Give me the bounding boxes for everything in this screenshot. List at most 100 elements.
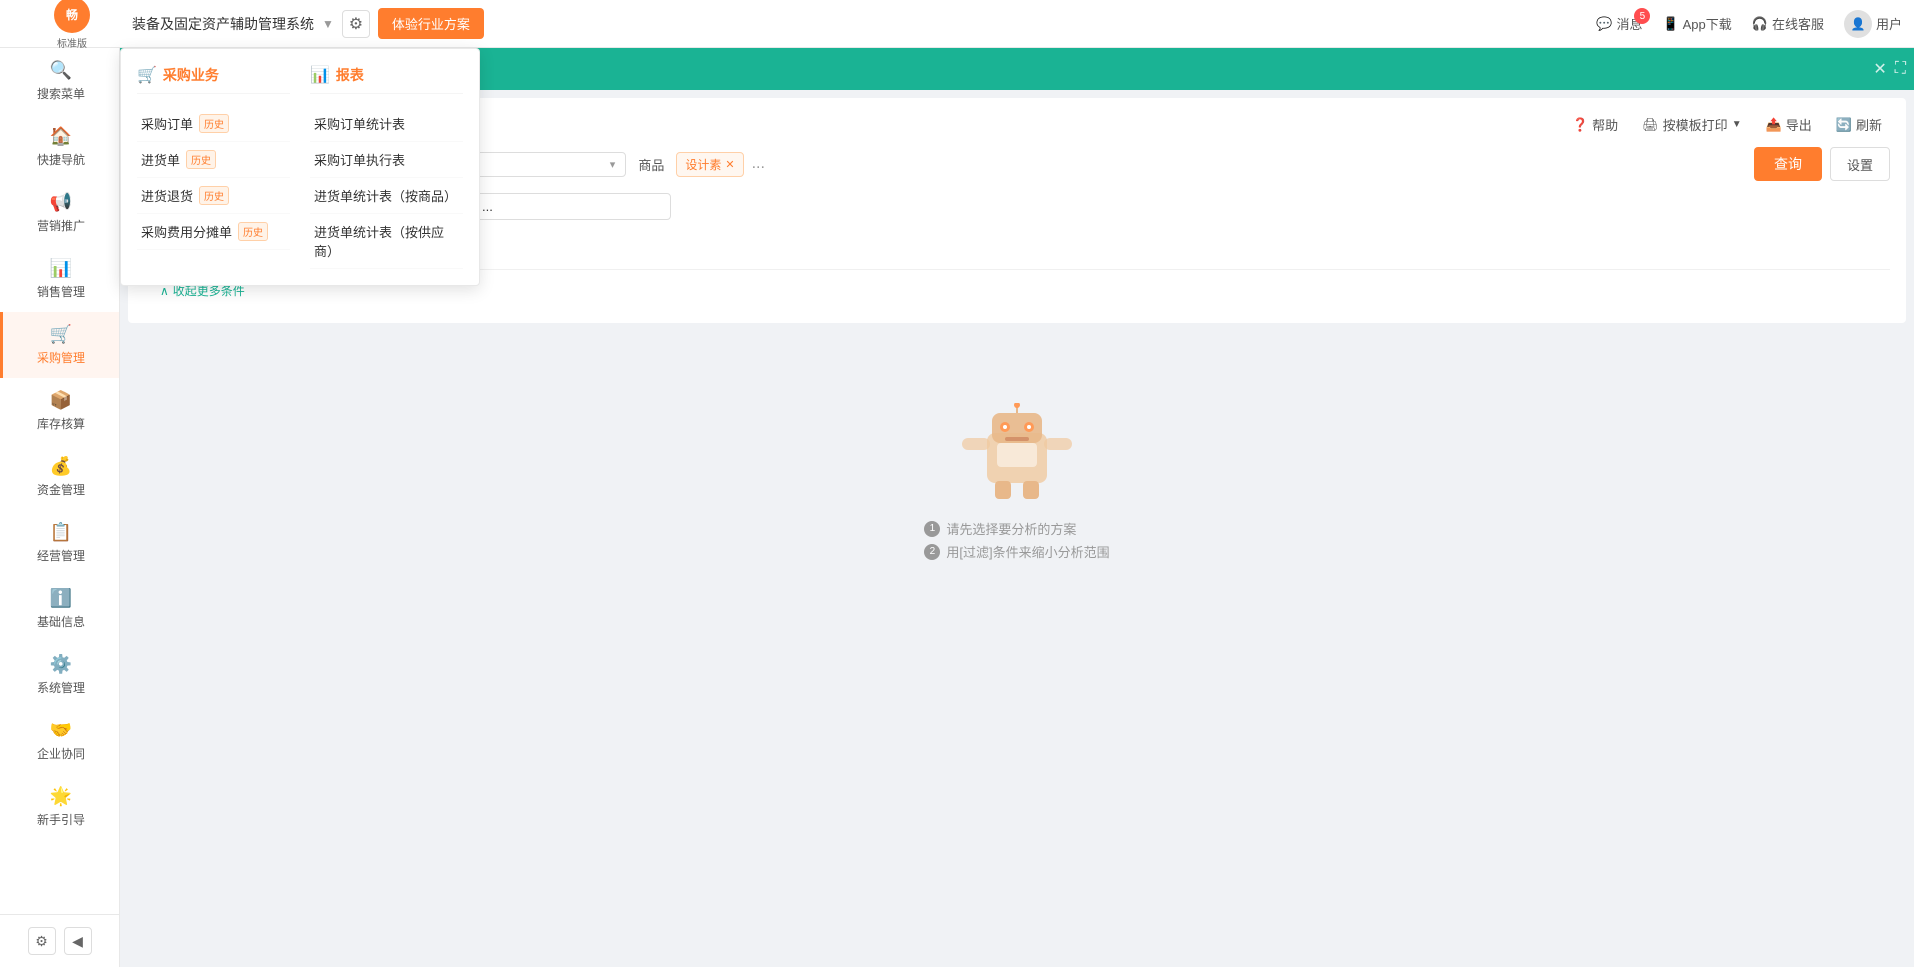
sidebar-item-search[interactable]: 🔍 搜索菜单 [0, 48, 119, 114]
menu-item-goods-return[interactable]: 进货退货 历史 [137, 178, 290, 214]
purchase-order-label: 采购订单 [141, 114, 193, 133]
print-icon: 🖨 [1642, 117, 1659, 133]
goods-more-dots[interactable]: ... [752, 155, 765, 173]
system-dropdown-icon[interactable]: ▼ [322, 17, 334, 31]
enterprise-icon: 🤝 [50, 720, 72, 741]
home-icon: 🏠 [50, 126, 72, 147]
history-tag-3: 历史 [199, 186, 229, 205]
menu-item-purchase-cost[interactable]: 采购费用分摊单 历史 [137, 214, 290, 250]
history-tag-1: 历史 [199, 114, 229, 133]
history-tag-4: 历史 [238, 222, 268, 241]
sidebar-item-marketing[interactable]: 📢 营销推广 [0, 180, 119, 246]
empty-tip-2: 2 用[过滤]条件来缩小分析范围 [924, 542, 1109, 561]
message-icon: 💬 [1596, 16, 1612, 32]
print-btn[interactable]: 🖨 按模板打印 ▼ [1634, 110, 1749, 139]
sidebar-item-label: 快捷导航 [37, 151, 85, 168]
headset-icon: 🎧 [1752, 16, 1768, 32]
menu-item-purchase-order-stat[interactable]: 采购订单统计表 [310, 106, 463, 142]
sidebar-item-enterprise[interactable]: 🤝 企业协同 [0, 708, 119, 774]
sidebar-item-label: 营销推广 [37, 217, 85, 234]
help-btn[interactable]: ❓ 帮助 [1564, 110, 1626, 139]
salesman-input[interactable]: ... [471, 193, 671, 220]
menu-item-goods-stat-by-supplier[interactable]: 进货单统计表（按供应商） [310, 214, 463, 269]
settings-btn[interactable]: 设置 [1830, 147, 1890, 181]
doc-status-arrow: ▾ [610, 158, 616, 171]
history-tag-2: 历史 [186, 150, 216, 169]
menu-item-purchase-order-exec[interactable]: 采购订单执行表 [310, 142, 463, 178]
export-icon: 📤 [1766, 117, 1782, 133]
sidebar-item-sales[interactable]: 📊 销售管理 [0, 246, 119, 312]
industry-solution-btn[interactable]: 体验行业方案 [378, 8, 484, 39]
menu-item-goods-stat-by-goods[interactable]: 进货单统计表（按商品） [310, 178, 463, 214]
sidebar-collapse-btn[interactable]: ◀ [64, 927, 92, 955]
empty-tip-1: 1 请先选择要分析的方案 [924, 519, 1109, 538]
purchase-col-icon: 🛒 [137, 65, 157, 85]
sidebar-bottom: ⚙ ◀ [0, 914, 119, 967]
sidebar-settings-btn[interactable]: ⚙ [28, 927, 56, 955]
goods-tag[interactable]: 设计素 ✕ [676, 152, 743, 177]
user-avatar: 👤 [1844, 10, 1872, 38]
sidebar-item-label: 搜索菜单 [37, 85, 85, 102]
system-icon: ⚙️ [50, 654, 72, 675]
purchase-col: 🛒 采购业务 采购订单 历史 进货单 历史 进货退货 历史 采购费用分摊单 历史 [137, 65, 290, 269]
empty-state: 1 请先选择要分析的方案 2 用[过滤]条件来缩小分析范围 [120, 403, 1914, 565]
goods-filter: 设计素 ✕ ... [676, 152, 765, 177]
message-btn[interactable]: 💬 消息 5 [1596, 14, 1642, 33]
query-btn[interactable]: 查询 [1754, 147, 1822, 181]
phone-icon: 📱 [1662, 16, 1678, 32]
goods-tag-label: 设计素 [685, 156, 721, 173]
purchase-order-exec-label: 采购订单执行表 [314, 150, 405, 169]
svg-text:畅: 畅 [66, 7, 78, 22]
sidebar-item-label: 基础信息 [37, 613, 85, 630]
purchase-col-title: 🛒 采购业务 [137, 65, 290, 94]
operation-icon: 📋 [50, 522, 72, 543]
goods-tag-close[interactable]: ✕ [725, 158, 734, 171]
logo-area: 畅 标准版 [12, 0, 132, 50]
system-settings-btn[interactable]: ⚙ [342, 10, 370, 38]
purchase-icon: 🛒 [50, 324, 72, 345]
goods-stat-by-goods-label: 进货单统计表（按商品） [314, 186, 457, 205]
sidebar-item-quick-nav[interactable]: 🏠 快捷导航 [0, 114, 119, 180]
menu-item-goods-in[interactable]: 进货单 历史 [137, 142, 290, 178]
sidebar-item-label: 资金管理 [37, 481, 85, 498]
sidebar-item-operation[interactable]: 📋 经营管理 [0, 510, 119, 576]
sidebar-item-label: 经营管理 [37, 547, 85, 564]
toolbar-right: ❓ 帮助 🖨 按模板打印 ▼ 📤 导出 🔄 [1564, 110, 1890, 139]
logo-icon: 畅 [54, 0, 90, 33]
purchase-dropdown-menu: 🛒 采购业务 采购订单 历史 进货单 历史 进货退货 历史 采购费用分摊单 历史… [120, 48, 480, 286]
export-btn[interactable]: 📤 导出 [1758, 110, 1820, 139]
salesman-dots: ... [482, 199, 493, 214]
purchase-cost-label: 采购费用分摊单 [141, 222, 232, 241]
inventory-icon: 📦 [50, 390, 72, 411]
purchase-order-stat-label: 采购订单统计表 [314, 114, 405, 133]
sidebar-item-finance[interactable]: 💰 资金管理 [0, 444, 119, 510]
sidebar-item-inventory[interactable]: 📦 库存核算 [0, 378, 119, 444]
goods-label: 商品 [638, 155, 664, 174]
online-service-btn[interactable]: 🎧 在线客服 [1752, 14, 1824, 33]
tab-maximize-icon[interactable]: ⛶ [1895, 60, 1906, 78]
report-col: 📊 报表 采购订单统计表 采购订单执行表 进货单统计表（按商品） 进货单统计表（… [310, 65, 463, 269]
sidebar-item-label: 新手引导 [37, 811, 85, 828]
info-icon: ℹ️ [50, 588, 72, 609]
guide-icon: 🌟 [50, 786, 72, 807]
print-dropdown-icon: ▼ [1732, 119, 1742, 130]
refresh-btn[interactable]: 🔄 刷新 [1828, 110, 1890, 139]
sidebar-item-system[interactable]: ⚙️ 系统管理 [0, 642, 119, 708]
sidebar-item-guide[interactable]: 🌟 新手引导 [0, 774, 119, 840]
user-btn[interactable]: 👤 用户 [1844, 10, 1902, 38]
sidebar-item-basic-info[interactable]: ℹ️ 基础信息 [0, 576, 119, 642]
refresh-icon: 🔄 [1836, 117, 1852, 133]
header-right: 💬 消息 5 📱 App下载 🎧 在线客服 👤 用户 [1596, 10, 1902, 38]
goods-in-label: 进货单 [141, 150, 180, 169]
sidebar: 🔍 搜索菜单 🏠 快捷导航 📢 营销推广 📊 销售管理 🛒 采购管理 📦 库存核… [0, 48, 120, 967]
system-title: 装备及固定资产辅助管理系统 [132, 14, 314, 34]
goods-stat-by-supplier-label: 进货单统计表（按供应商） [314, 222, 459, 260]
tab-close-all-icon[interactable]: ✕ [1873, 59, 1886, 79]
sidebar-item-label: 销售管理 [37, 283, 85, 300]
menu-item-purchase-order[interactable]: 采购订单 历史 [137, 106, 290, 142]
finance-icon: 💰 [50, 456, 72, 477]
empty-robot-icon [957, 403, 1077, 503]
sidebar-item-purchase[interactable]: 🛒 采购管理 [0, 312, 119, 378]
top-header: 畅 标准版 装备及固定资产辅助管理系统 ▼ ⚙ 体验行业方案 💬 消息 5 📱 … [0, 0, 1914, 48]
app-download-btn[interactable]: 📱 App下载 [1662, 14, 1731, 33]
